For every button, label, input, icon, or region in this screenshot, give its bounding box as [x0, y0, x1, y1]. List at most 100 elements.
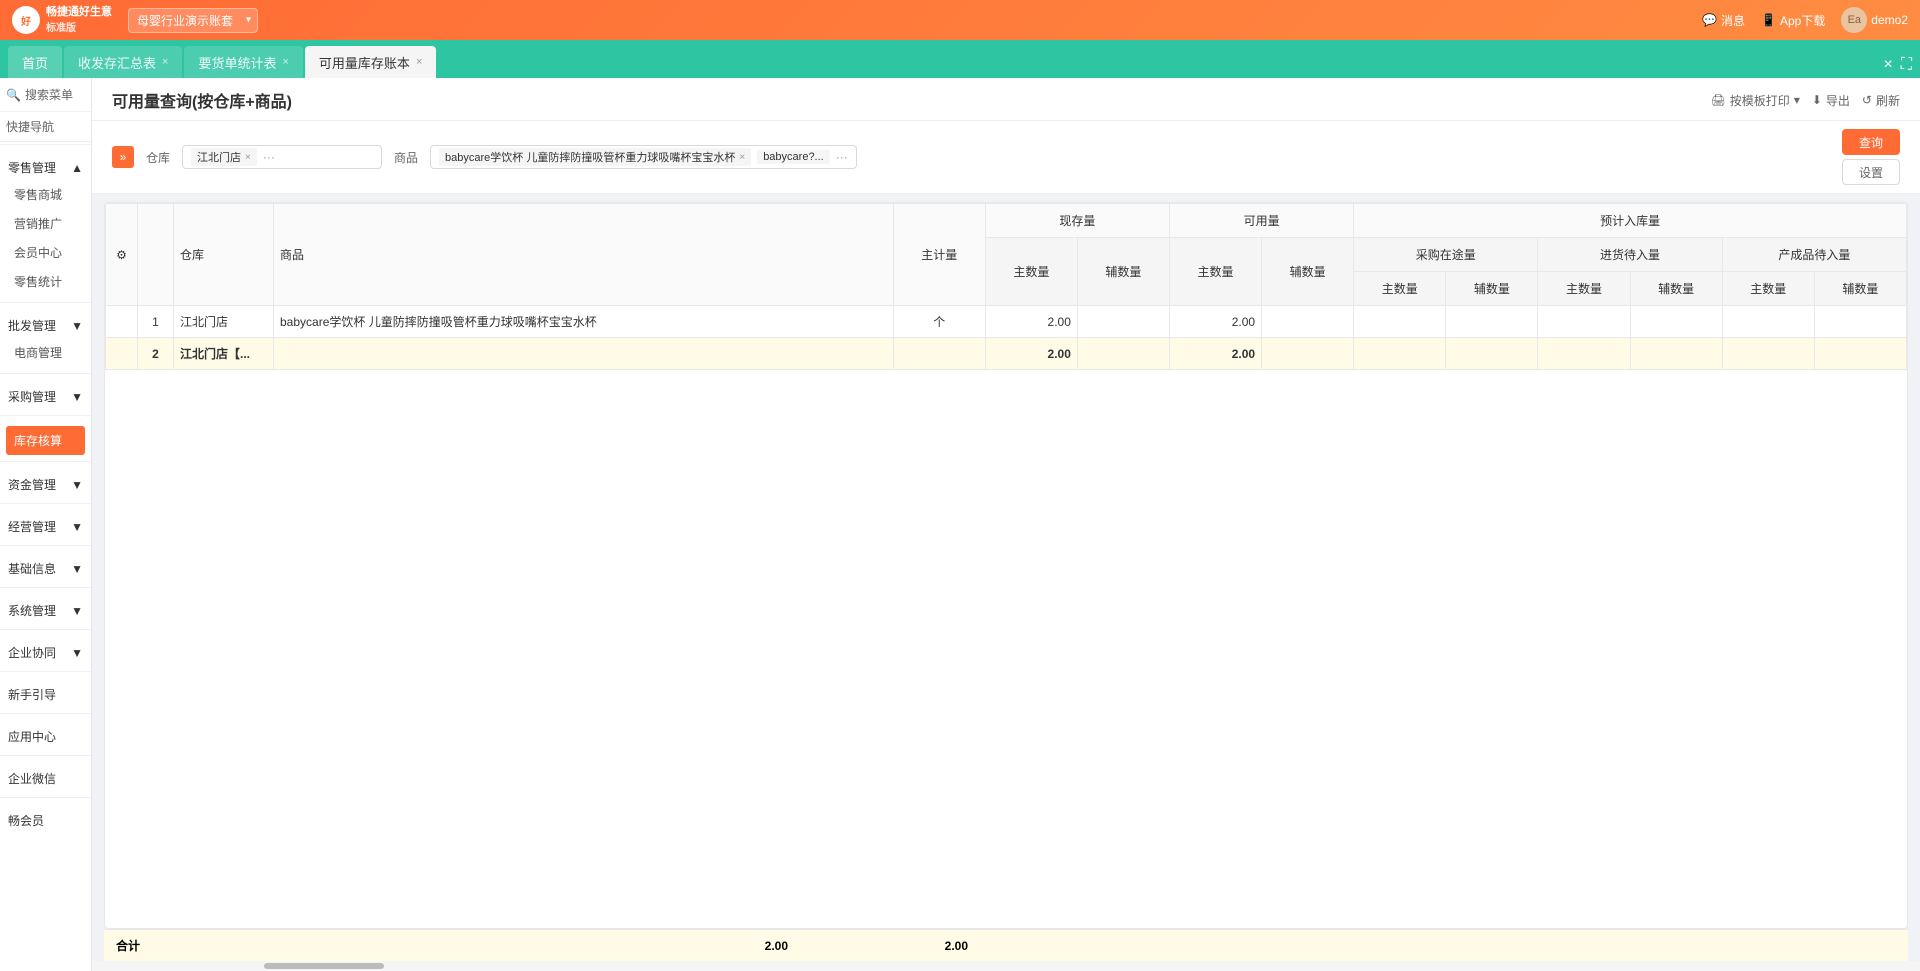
page-title: 可用量查询(按仓库+商品): [112, 88, 292, 112]
footer-stock-main: 2.00: [696, 939, 796, 953]
section-appstore-header[interactable]: 应用中心: [6, 724, 85, 749]
close-all-tabs[interactable]: ×: [1883, 56, 1892, 74]
divider-1: [0, 144, 91, 145]
section-purchase-header[interactable]: 采购管理 ▼: [6, 384, 85, 409]
product-tag-2: babycare?...: [757, 150, 830, 164]
sidebar-item-marketing[interactable]: 营销推广: [6, 209, 85, 238]
warehouse-tag: 江北门店 ×: [191, 148, 257, 166]
divider-3: [0, 373, 91, 374]
message-btn[interactable]: 💬 消息: [1702, 12, 1745, 29]
quick-nav-btn[interactable]: 快捷导航: [0, 112, 91, 142]
query-button[interactable]: 查询: [1842, 129, 1900, 155]
close-tab-3[interactable]: ×: [416, 57, 422, 68]
export-icon: ⬇: [1812, 93, 1822, 107]
tab-order-stats[interactable]: 要货单统计表 ×: [184, 46, 302, 78]
section-wecom-header[interactable]: 企业微信: [6, 766, 85, 791]
divider-9: [0, 629, 91, 630]
section-basic: 基础信息 ▼: [0, 548, 91, 585]
col-pur-aux: 辅数量: [1446, 272, 1538, 306]
settings-button[interactable]: 设置: [1842, 159, 1900, 185]
product-filter-input[interactable]: babycare学饮杯 儿童防摔防撞吸管杯重力球吸嘴杯宝宝水杯 × babyca…: [430, 145, 857, 169]
expand-filter-btn[interactable]: »: [112, 146, 134, 168]
export-btn[interactable]: ⬇ 导出: [1812, 92, 1850, 109]
sidebar-item-ecommerce[interactable]: 电商管理: [6, 338, 85, 367]
logo-sub: 标准版: [46, 19, 112, 34]
row1-product: babycare学饮杯 儿童防摔防撞吸管杯重力球吸嘴杯宝宝水杯: [274, 306, 894, 338]
row2-inb-main: [1538, 338, 1630, 370]
section-newbie-header[interactable]: 新手引导: [6, 682, 85, 707]
page-actions: 🖨 按模板打印 ▾ ⬇ 导出 ↺ 刷新: [1711, 92, 1900, 109]
section-operation-header[interactable]: 经营管理 ▼: [6, 514, 85, 539]
warehouse-more[interactable]: ···: [263, 150, 275, 164]
section-system: 系统管理 ▼: [0, 590, 91, 627]
row1-inb-aux: [1630, 306, 1722, 338]
section-system-header[interactable]: 系统管理 ▼: [6, 598, 85, 623]
section-member-header[interactable]: 畅会员: [6, 808, 85, 833]
horizontal-scrollbar[interactable]: [92, 961, 1920, 971]
section-capital-header[interactable]: 资金管理 ▼: [6, 472, 85, 497]
chevron-down-icon-purchase: ▼: [71, 390, 83, 404]
message-icon: 💬: [1702, 13, 1717, 27]
row1-unit: 个: [893, 306, 985, 338]
divider-12: [0, 755, 91, 756]
section-member: 畅会员: [0, 800, 91, 837]
footer-label: 合计: [116, 937, 696, 954]
maximize-btn[interactable]: ⛶: [1901, 56, 1912, 74]
section-basic-header[interactable]: 基础信息 ▼: [6, 556, 85, 581]
app-icon: 📱: [1761, 13, 1776, 27]
section-inventory: 库存核算: [0, 418, 91, 459]
row1-available-aux: [1262, 306, 1354, 338]
tab-available-inventory[interactable]: 可用量库存账本 ×: [305, 46, 436, 78]
close-tab-2[interactable]: ×: [282, 57, 288, 68]
tab-actions: × ⛶: [1883, 56, 1912, 78]
sidebar-item-members[interactable]: 会员中心: [6, 238, 85, 267]
filter-row: » 仓库 江北门店 × ··· 商品 babycare学饮杯 儿童防摔防撞吸管杯…: [92, 121, 1920, 194]
sidebar-item-retail-mall[interactable]: 零售商城: [6, 180, 85, 209]
nav-tabs: 首页 收发存汇总表 × 要货单统计表 × 可用量库存账本 × × ⛶: [0, 40, 1920, 78]
row2-pur-aux: [1446, 338, 1538, 370]
refresh-btn[interactable]: ↺ 刷新: [1862, 92, 1900, 109]
section-zero-retail-header[interactable]: 零售管理 ▲: [6, 155, 85, 180]
search-menu-btn[interactable]: 🔍 搜索菜单: [0, 78, 91, 112]
row1-stock-main: 2.00: [985, 306, 1077, 338]
industry-selector[interactable]: 母婴行业演示账套: [128, 8, 258, 33]
data-table-container: ⚙ 仓库 商品 主计量 现存量 可用量 预计入库量 主数量 辅数量 主数量: [104, 202, 1908, 929]
logo-text: 畅捷通好生意: [46, 6, 112, 19]
warehouse-filter-input[interactable]: 江北门店 × ···: [182, 145, 382, 169]
column-settings-icon[interactable]: ⚙: [116, 248, 127, 262]
divider-5: [0, 461, 91, 462]
section-newbie: 新手引导: [0, 674, 91, 711]
chevron-down-icon-ent: ▼: [71, 646, 83, 660]
close-tab-1[interactable]: ×: [162, 57, 168, 68]
col-settings[interactable]: ⚙: [106, 204, 138, 306]
section-wecom: 企业微信: [0, 758, 91, 795]
section-batch-header[interactable]: 批发管理 ▼: [6, 313, 85, 338]
product-tag-1-remove[interactable]: ×: [739, 152, 745, 163]
print-btn[interactable]: 🖨 按模板打印 ▾: [1711, 92, 1800, 109]
table-header-row-1: ⚙ 仓库 商品 主计量 现存量 可用量 预计入库量: [106, 204, 1907, 238]
chevron-down-icon-batch: ▼: [71, 319, 83, 333]
row2-stock-aux: [1077, 338, 1169, 370]
col-available-group: 可用量: [1169, 204, 1353, 238]
user-menu[interactable]: Ea demo2: [1841, 7, 1908, 33]
scrollbar-thumb[interactable]: [264, 963, 384, 969]
refresh-icon: ↺: [1862, 93, 1872, 107]
sidebar-item-inventory[interactable]: 库存核算: [6, 426, 85, 455]
divider-7: [0, 545, 91, 546]
tab-home[interactable]: 首页: [8, 46, 62, 78]
row1-pur-main: [1354, 306, 1446, 338]
divider-6: [0, 503, 91, 504]
row1-no: 1: [138, 306, 174, 338]
row2-prod-main: [1722, 338, 1814, 370]
app-download-btn[interactable]: 📱 App下载: [1761, 12, 1825, 29]
tab-receive-summary[interactable]: 收发存汇总表 ×: [64, 46, 182, 78]
footer-total-row: 合计 2.00 2.00: [104, 929, 1908, 961]
sidebar-item-retail-stats[interactable]: 零售统计: [6, 267, 85, 296]
row2-warehouse: 江北门店【...: [174, 338, 274, 370]
row1-pur-aux: [1446, 306, 1538, 338]
print-chevron-icon: ▾: [1794, 93, 1800, 107]
section-enterprise-header[interactable]: 企业协同 ▼: [6, 640, 85, 665]
col-stock-group: 现存量: [985, 204, 1169, 238]
warehouse-tag-remove[interactable]: ×: [245, 152, 251, 163]
product-more[interactable]: ···: [836, 150, 848, 164]
